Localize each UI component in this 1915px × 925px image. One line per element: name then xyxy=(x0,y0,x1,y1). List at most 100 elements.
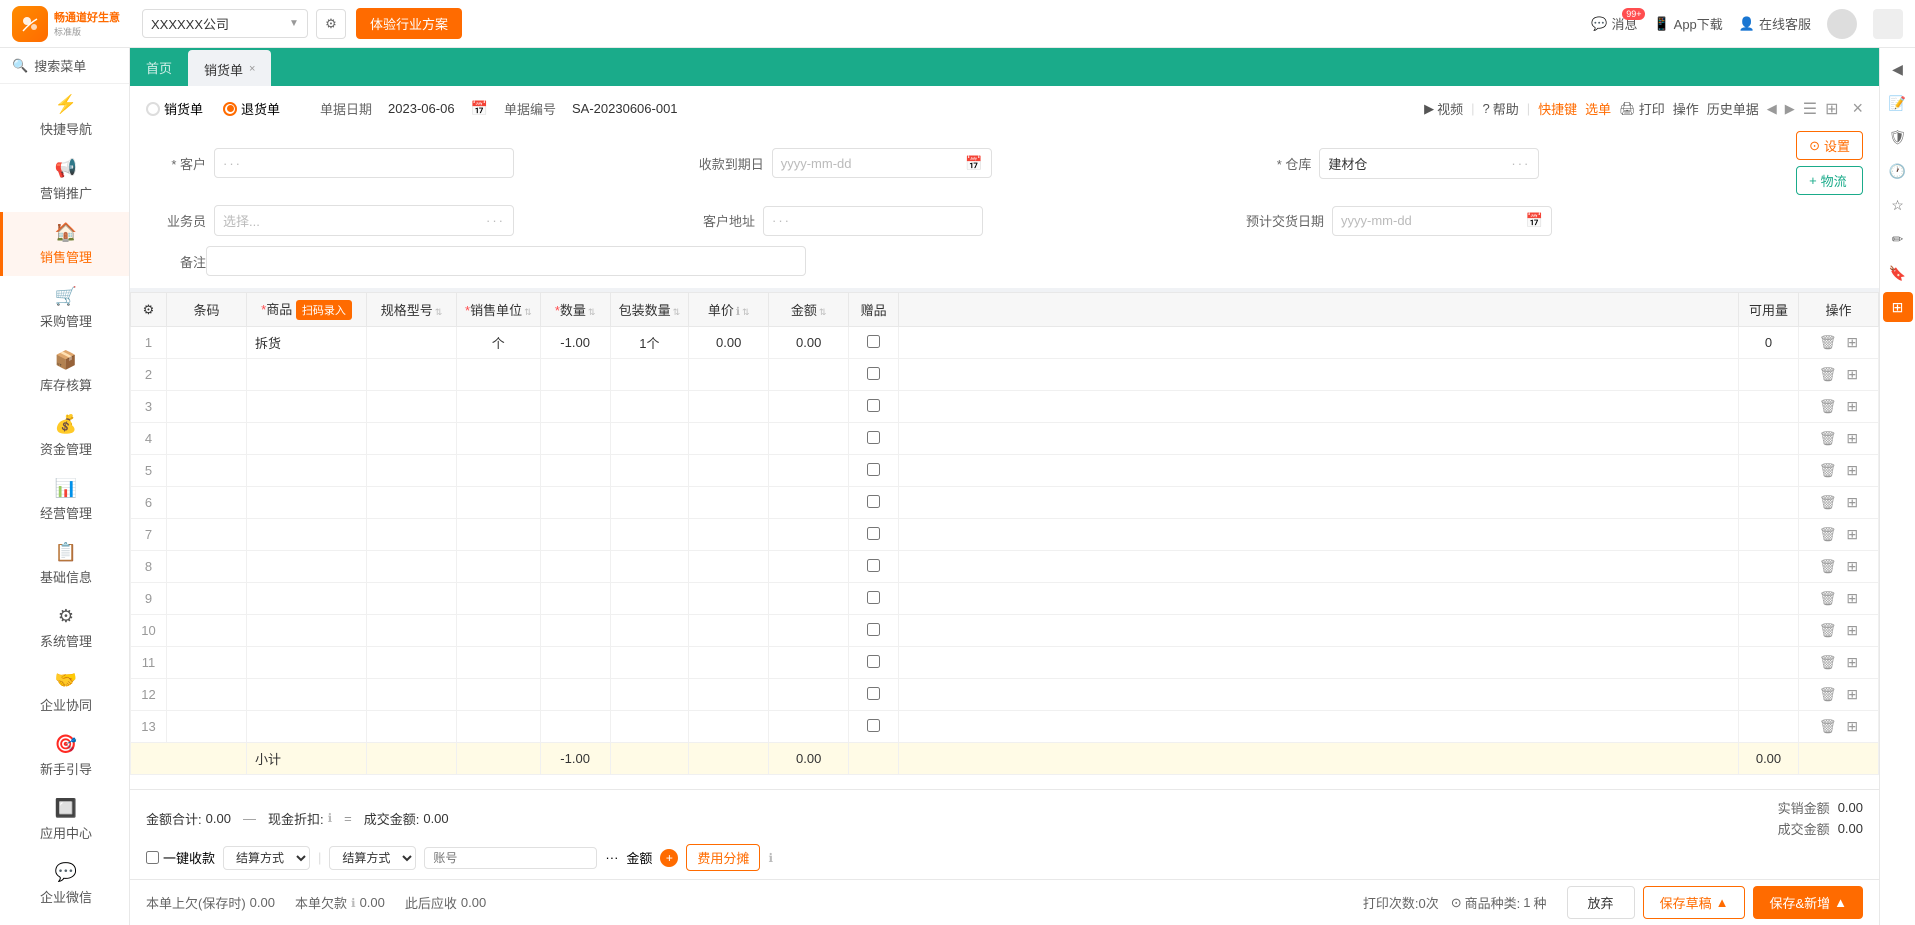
row-delete-btn-13[interactable]: 🗑 xyxy=(1819,718,1837,734)
row-price-5[interactable] xyxy=(689,455,769,487)
save-draft-button[interactable]: 保存草稿 ▲ xyxy=(1643,886,1746,919)
tab-home[interactable]: 首页 xyxy=(130,48,188,86)
row-unit-2[interactable] xyxy=(457,359,541,391)
row-spec-6[interactable] xyxy=(367,487,457,519)
row-spec-5[interactable] xyxy=(367,455,457,487)
row-product-9[interactable] xyxy=(247,583,367,615)
nav-left-icon[interactable]: ◀ xyxy=(1767,101,1777,117)
row-spec-11[interactable] xyxy=(367,647,457,679)
row-product-1[interactable]: 拆货 xyxy=(247,327,367,359)
account-input[interactable] xyxy=(424,847,597,869)
estimated-delivery-calendar[interactable]: 📅 xyxy=(1526,212,1543,229)
row-barcode-1[interactable] xyxy=(167,327,247,359)
row-copy-btn-6[interactable]: ⊞ xyxy=(1846,494,1858,510)
user-avatar[interactable] xyxy=(1827,9,1857,39)
unit-sort[interactable]: ⇅ xyxy=(524,307,532,317)
sidebar-item-members[interactable]: 👑 畅会员 xyxy=(0,916,129,925)
row-qty-7[interactable] xyxy=(540,519,610,551)
price-sort[interactable]: ⇅ xyxy=(742,307,750,317)
table-scroll[interactable]: ⚙ 条码 *商品 扫码录入 规格型号⇅ *销售单位⇅ *数量⇅ 包装数量⇅ xyxy=(130,292,1879,789)
row-qty-2[interactable] xyxy=(540,359,610,391)
row-unit-8[interactable] xyxy=(457,551,541,583)
view-grid-icon[interactable]: ⊞ xyxy=(1825,99,1838,119)
row-unit-4[interactable] xyxy=(457,423,541,455)
debit-info-icon[interactable]: ℹ xyxy=(351,896,356,910)
salesperson-input[interactable]: 选择... ··· xyxy=(214,205,514,236)
row-delete-btn-7[interactable]: 🗑 xyxy=(1819,526,1837,542)
row-spec-12[interactable] xyxy=(367,679,457,711)
row-price-2[interactable] xyxy=(689,359,769,391)
row-product-13[interactable] xyxy=(247,711,367,743)
row-price-8[interactable] xyxy=(689,551,769,583)
row-pkgqty-4[interactable] xyxy=(610,423,689,455)
row-copy-btn-9[interactable]: ⊞ xyxy=(1846,590,1858,606)
row-qty-12[interactable] xyxy=(540,679,610,711)
qty-sort[interactable]: ⇅ xyxy=(588,307,596,317)
row-delete-btn-12[interactable]: 🗑 xyxy=(1819,686,1837,702)
row-spec-8[interactable] xyxy=(367,551,457,583)
row-delete-btn-10[interactable]: 🗑 xyxy=(1819,622,1837,638)
row-price-7[interactable] xyxy=(689,519,769,551)
row-gift-check-10[interactable] xyxy=(867,623,880,636)
row-amount-9[interactable] xyxy=(769,583,849,615)
price-info-icon[interactable]: ℹ xyxy=(736,306,740,318)
view-list-icon[interactable]: ☰ xyxy=(1803,99,1817,119)
row-qty-8[interactable] xyxy=(540,551,610,583)
row-pkgqty-2[interactable] xyxy=(610,359,689,391)
row-pkgqty-6[interactable] xyxy=(610,487,689,519)
row-qty-5[interactable] xyxy=(540,455,610,487)
row-product-5[interactable] xyxy=(247,455,367,487)
row-spec-13[interactable] xyxy=(367,711,457,743)
company-selector[interactable]: XXXXXX公司 ▼ xyxy=(142,9,308,38)
row-pkgqty-10[interactable] xyxy=(610,615,689,647)
right-panel-note-btn[interactable]: 📝 xyxy=(1883,88,1913,118)
sidebar-item-inventory[interactable]: 📦 库存核算 xyxy=(0,340,129,404)
close-button[interactable]: × xyxy=(1852,98,1863,119)
row-amount-3[interactable] xyxy=(769,391,849,423)
row-pkgqty-3[interactable] xyxy=(610,391,689,423)
warehouse-input[interactable]: 建材仓 ··· xyxy=(1319,148,1539,179)
row-delete-btn-9[interactable]: 🗑 xyxy=(1819,590,1837,606)
spec-sort[interactable]: ⇅ xyxy=(435,307,443,317)
row-qty-1[interactable]: -1.00 xyxy=(540,327,610,359)
fee-split-button[interactable]: 费用分摊 xyxy=(686,844,760,871)
sidebar-item-operation[interactable]: 📊 经营管理 xyxy=(0,468,129,532)
row-spec-9[interactable] xyxy=(367,583,457,615)
row-amount-2[interactable] xyxy=(769,359,849,391)
customer-address-input[interactable]: ··· xyxy=(763,206,983,236)
row-barcode-9[interactable] xyxy=(167,583,247,615)
row-pkgqty-9[interactable] xyxy=(610,583,689,615)
row-gift-11[interactable] xyxy=(849,647,899,679)
row-spec-1[interactable] xyxy=(367,327,457,359)
right-panel-shield-btn[interactable]: 🛡 xyxy=(1883,122,1913,152)
settlement-select[interactable]: 结算方式 xyxy=(223,846,310,870)
row-gift-1[interactable] xyxy=(849,327,899,359)
col-header-settings[interactable]: ⚙ xyxy=(131,293,167,327)
nav-right-icon[interactable]: ▶ xyxy=(1785,101,1795,117)
row-gift-check-13[interactable] xyxy=(867,719,880,732)
row-gift-8[interactable] xyxy=(849,551,899,583)
row-unit-1[interactable]: 个 xyxy=(457,327,541,359)
row-barcode-12[interactable] xyxy=(167,679,247,711)
row-barcode-2[interactable] xyxy=(167,359,247,391)
radio-sales-order[interactable]: 销货单 xyxy=(146,99,203,118)
row-delete-btn-4[interactable]: 🗑 xyxy=(1819,430,1837,446)
pkgqty-sort[interactable]: ⇅ xyxy=(673,307,681,317)
sidebar-item-basic-info[interactable]: 📋 基础信息 xyxy=(0,532,129,596)
remarks-input[interactable] xyxy=(206,246,806,276)
row-gift-check-6[interactable] xyxy=(867,495,880,508)
row-delete-btn-3[interactable]: 🗑 xyxy=(1819,398,1837,414)
row-copy-btn-1[interactable]: ⊞ xyxy=(1846,334,1858,350)
user-menu-button[interactable] xyxy=(1873,9,1903,39)
row-product-4[interactable] xyxy=(247,423,367,455)
sidebar-item-app-center[interactable]: 🔲 应用中心 xyxy=(0,788,129,852)
row-spec-3[interactable] xyxy=(367,391,457,423)
row-price-11[interactable] xyxy=(689,647,769,679)
customer-input[interactable]: ··· xyxy=(214,148,514,178)
add-button[interactable]: + xyxy=(660,849,678,867)
row-amount-11[interactable] xyxy=(769,647,849,679)
row-barcode-7[interactable] xyxy=(167,519,247,551)
row-price-12[interactable] xyxy=(689,679,769,711)
row-price-4[interactable] xyxy=(689,423,769,455)
row-qty-6[interactable] xyxy=(540,487,610,519)
